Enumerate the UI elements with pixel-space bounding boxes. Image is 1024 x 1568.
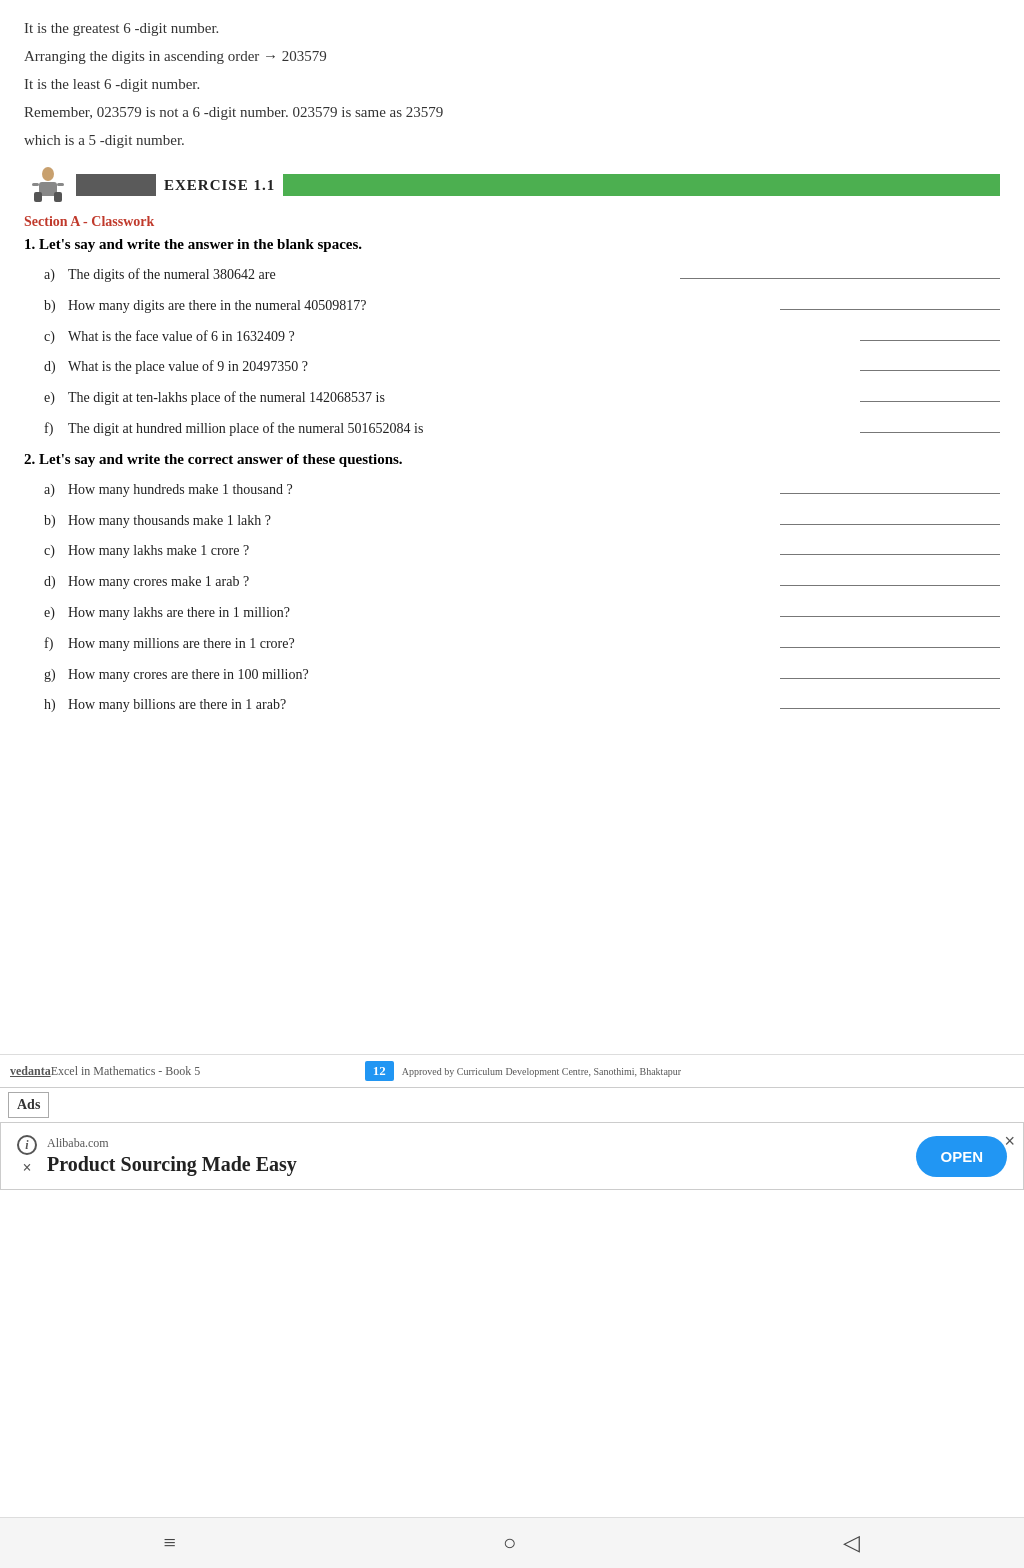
q1d-letter: d) (44, 355, 68, 379)
intro-line4: Remember, 023579 is not a 6 -digit numbe… (24, 100, 1000, 124)
ad-open-button[interactable]: OPEN (916, 1136, 1007, 1177)
q1c-letter: c) (44, 325, 68, 349)
exercise-figure (24, 166, 72, 204)
footer-approval: Approved by Curriculum Development Centr… (402, 1066, 1014, 1077)
q1c-answer-line (860, 323, 1000, 341)
footer-bar: vedanta Excel in Mathematics - Book 5 12… (0, 1054, 1024, 1087)
q2h: h) How many billions are there in 1 arab… (44, 691, 1000, 717)
q2g-answer-line (780, 661, 1000, 679)
q1b-letter: b) (44, 294, 68, 318)
exercise-bar: EXERCISE 1.1 (24, 166, 1000, 204)
q2c-letter: c) (44, 539, 68, 563)
q2f-text: How many millions are there in 1 crore? (68, 632, 774, 656)
svg-rect-4 (32, 183, 39, 186)
q2f: f) How many millions are there in 1 cror… (44, 630, 1000, 656)
q2c-answer-line (780, 537, 1000, 555)
q1c-text: What is the face value of 6 in 1632409 ? (68, 325, 854, 349)
q1-sub-questions: a) The digits of the numeral 380642 are … (44, 261, 1000, 441)
q2h-text: How many billions are there in 1 arab? (68, 693, 774, 717)
q1d-text: What is the place value of 9 in 20497350… (68, 355, 854, 379)
q2h-letter: h) (44, 693, 68, 717)
q1a-letter: a) (44, 263, 68, 287)
q2g-letter: g) (44, 663, 68, 687)
q1c: c) What is the face value of 6 in 163240… (44, 323, 1000, 349)
ad-info-col: Alibaba.com Product Sourcing Made Easy (47, 1136, 916, 1176)
exercise-title: EXERCISE 1.1 (156, 177, 283, 194)
q1f-letter: f) (44, 417, 68, 441)
q1d: d) What is the place value of 9 in 20497… (44, 353, 1000, 379)
q2d-text: How many crores make 1 arab ? (68, 570, 774, 594)
ads-header: Ads (0, 1088, 1024, 1122)
q1e: e) The digit at ten-lakhs place of the n… (44, 384, 1000, 410)
svg-rect-3 (54, 192, 62, 202)
exercise-right-bar (283, 174, 1000, 196)
q2b: b) How many thousands make 1 lakh ? (44, 507, 1000, 533)
q1e-answer-line (860, 384, 1000, 402)
intro-line5: which is a 5 -digit number. (24, 128, 1000, 152)
q2g-text: How many crores are there in 100 million… (68, 663, 774, 687)
q1f-answer-line (860, 415, 1000, 433)
svg-point-0 (42, 167, 54, 181)
intro-line1: It is the greatest 6 -digit number. (24, 16, 1000, 40)
q1f: f) The digit at hundred million place of… (44, 415, 1000, 441)
nav-home-icon[interactable]: ○ (503, 1530, 516, 1556)
q1b-text: How many digits are there in the numeral… (68, 294, 774, 318)
q2d-answer-line (780, 568, 1000, 586)
ad-domain: Alibaba.com (47, 1136, 916, 1151)
q2e-text: How many lakhs are there in 1 million? (68, 601, 774, 625)
question1-header: 1. Let's say and write the answer in the… (24, 236, 1000, 253)
q2d-letter: d) (44, 570, 68, 594)
q2b-letter: b) (44, 509, 68, 533)
footer-vedanta: vedanta (10, 1064, 51, 1079)
q2c: c) How many lakhs make 1 crore ? (44, 537, 1000, 563)
svg-rect-5 (57, 183, 64, 186)
intro-line3: It is the least 6 -digit number. (24, 72, 1000, 96)
q2a-text: How many hundreds make 1 thousand ? (68, 478, 774, 502)
question2-header: 2. Let's say and write the correct answe… (24, 451, 1000, 468)
q2f-letter: f) (44, 632, 68, 656)
ad-icons-col: i × (17, 1135, 37, 1177)
ad-close-button[interactable]: × (1004, 1131, 1015, 1152)
q2f-answer-line (780, 630, 1000, 648)
q1d-answer-line (860, 353, 1000, 371)
q2e-answer-line (780, 599, 1000, 617)
q1a-text: The digits of the numeral 380642 are (68, 263, 674, 287)
q2c-text: How many lakhs make 1 crore ? (68, 539, 774, 563)
footer-page: 12 (365, 1061, 394, 1081)
q1b: b) How many digits are there in the nume… (44, 292, 1000, 318)
intro-line2: Arranging the digits in ascending order … (24, 44, 1000, 68)
q2g: g) How many crores are there in 100 mill… (44, 661, 1000, 687)
svg-rect-2 (34, 192, 42, 202)
nav-bar: ≡ ○ ◁ (0, 1517, 1024, 1568)
section-label: Section A - Classwork (24, 214, 1000, 230)
nav-menu-icon[interactable]: ≡ (164, 1530, 176, 1556)
q2e-letter: e) (44, 601, 68, 625)
info-icon: i (17, 1135, 37, 1155)
q2h-answer-line (780, 691, 1000, 709)
q1a-answer-line (680, 261, 1000, 279)
q2a: a) How many hundreds make 1 thousand ? (44, 476, 1000, 502)
q2e: e) How many lakhs are there in 1 million… (44, 599, 1000, 625)
q1e-text: The digit at ten-lakhs place of the nume… (68, 386, 854, 410)
q2-sub-questions: a) How many hundreds make 1 thousand ? b… (44, 476, 1000, 717)
q2b-text: How many thousands make 1 lakh ? (68, 509, 774, 533)
ads-label: Ads (8, 1092, 49, 1118)
q2b-answer-line (780, 507, 1000, 525)
q1e-letter: e) (44, 386, 68, 410)
q1b-answer-line (780, 292, 1000, 310)
q2a-letter: a) (44, 478, 68, 502)
q2a-answer-line (780, 476, 1000, 494)
q1f-text: The digit at hundred million place of th… (68, 417, 854, 441)
ad-banner[interactable]: i × Alibaba.com Product Sourcing Made Ea… (0, 1122, 1024, 1190)
footer-book: Excel in Mathematics - Book 5 (51, 1064, 357, 1079)
exercise-left-bar (76, 174, 156, 196)
ad-title: Product Sourcing Made Easy (47, 1153, 916, 1176)
nav-back-icon[interactable]: ◁ (843, 1530, 860, 1556)
q1a: a) The digits of the numeral 380642 are (44, 261, 1000, 287)
q2d: d) How many crores make 1 arab ? (44, 568, 1000, 594)
ad-x-icon[interactable]: × (22, 1159, 31, 1177)
